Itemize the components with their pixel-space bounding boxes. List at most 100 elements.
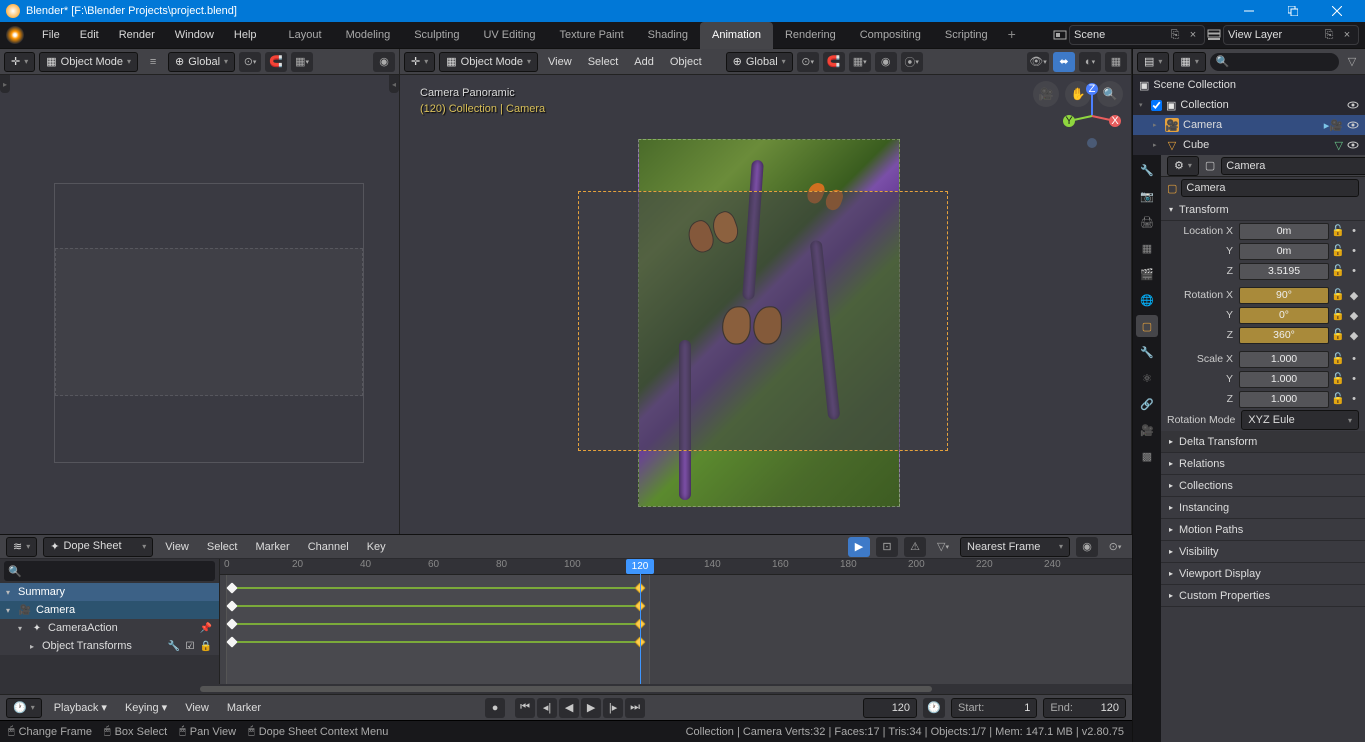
outliner-camera[interactable]: ▸🎥Camera▸🎥 <box>1133 115 1365 135</box>
lock-icon[interactable]: 🔓 <box>1331 328 1345 342</box>
proptab-constraint[interactable]: 🔗 <box>1136 393 1158 415</box>
menu-edit[interactable]: Edit <box>70 25 109 45</box>
eye-icon[interactable] <box>1347 119 1359 131</box>
keyframe-dot-active[interactable]: ◆ <box>1347 328 1361 342</box>
viewlayer-selector[interactable]: ⎘ × <box>1223 25 1359 45</box>
pivot-selector-left[interactable]: ⊙▾ <box>239 52 261 72</box>
viewlayer-delete-icon[interactable]: × <box>1340 28 1354 42</box>
lock-icon[interactable]: 🔓 <box>1331 224 1345 238</box>
dope-menu-select[interactable]: Select <box>201 539 244 555</box>
wrench-icon[interactable]: 🔧 <box>167 639 181 653</box>
properties-editor-type[interactable]: ⚙▾ <box>1167 156 1199 176</box>
snap-type-left[interactable]: ▦▾ <box>291 52 313 72</box>
location-y-field[interactable]: 0m <box>1239 243 1329 260</box>
menu-window[interactable]: Window <box>165 25 224 45</box>
proportional-edit-left[interactable]: ◉ <box>373 52 395 72</box>
dope-editor-type[interactable]: ≋▾ <box>6 537 37 557</box>
start-frame-field[interactable]: Start: <box>951 698 1037 718</box>
browse-scene-icon[interactable] <box>1051 26 1069 44</box>
rotation-mode-selector[interactable]: XYZ Eule▾ <box>1241 410 1359 430</box>
lock-icon[interactable]: 🔓 <box>1331 288 1345 302</box>
collapse-handle-icon[interactable]: ◂ <box>389 75 399 93</box>
lock-icon[interactable]: 🔓 <box>1331 372 1345 386</box>
tab-texture-paint[interactable]: Texture Paint <box>547 22 635 49</box>
viewport-left[interactable]: ▸ ◂ <box>0 75 400 534</box>
maximize-button[interactable] <box>1271 0 1315 22</box>
panel-viewport-display[interactable]: ▸Viewport Display <box>1161 563 1365 585</box>
keyframe-dot[interactable]: • <box>1347 264 1361 278</box>
filter-icon[interactable]: ▽▾ <box>932 537 954 557</box>
outliner-display-mode[interactable]: ▦▾ <box>1173 52 1205 72</box>
menu-marker-playback[interactable]: Marker <box>221 700 267 716</box>
dope-menu-marker[interactable]: Marker <box>249 539 295 555</box>
xray-toggle[interactable]: ▦ <box>1105 52 1127 72</box>
minimize-button[interactable] <box>1227 0 1271 22</box>
menu-file[interactable]: File <box>32 25 70 45</box>
location-x-field[interactable]: 0m <box>1239 223 1329 240</box>
pivot-selector-right[interactable]: ⊙▾ <box>797 52 819 72</box>
dope-menu-key[interactable]: Key <box>361 539 392 555</box>
object-visibility-icon[interactable]: 👁▾ <box>1027 52 1049 72</box>
camera-data-icon[interactable]: ▸🎥 <box>1324 119 1343 132</box>
editor-type-selector-left[interactable]: ✛▾ <box>4 52 35 72</box>
show-sliders-icon[interactable]: ⊡ <box>876 537 898 557</box>
snap-mode-selector[interactable]: Nearest Frame▾ <box>960 537 1070 557</box>
snap-toggle-left[interactable]: 🧲 <box>265 52 287 72</box>
timeline-scrollbar[interactable] <box>200 686 932 692</box>
keyframe-dot-active[interactable]: ◆ <box>1347 308 1361 322</box>
dope-camera-row[interactable]: ▾🎥Camera <box>0 601 219 619</box>
menu-expand-icon[interactable]: ≡ <box>142 52 164 72</box>
outliner-cube[interactable]: ▸▽Cube▽ <box>1133 135 1365 155</box>
menu-view-playback[interactable]: View <box>179 700 215 716</box>
lock-icon[interactable]: 🔓 <box>1331 352 1345 366</box>
prev-keyframe-button[interactable]: ◂| <box>537 698 557 718</box>
proptab-texture[interactable]: ▩ <box>1136 445 1158 467</box>
dope-menu-channel[interactable]: Channel <box>302 539 355 555</box>
keyframe-dot-active[interactable]: ◆ <box>1347 288 1361 302</box>
orientation-selector-right[interactable]: ⊕Global▾ <box>726 52 793 72</box>
proportional-dope-icon[interactable]: ◉ <box>1076 537 1098 557</box>
tab-scripting[interactable]: Scripting <box>933 22 1000 49</box>
keyframe-dot[interactable]: • <box>1347 244 1361 258</box>
tab-uv-editing[interactable]: UV Editing <box>471 22 547 49</box>
panel-transform-header[interactable]: ▾Transform <box>1161 199 1365 221</box>
panel-relations[interactable]: ▸Relations <box>1161 453 1365 475</box>
timeline-ruler[interactable]: 0 20 40 60 80 100 120 140 160 180 200 22… <box>220 559 1132 575</box>
keyframe-dot[interactable]: • <box>1347 372 1361 386</box>
tab-rendering[interactable]: Rendering <box>773 22 848 49</box>
axis-gizmo[interactable]: Z Y X <box>1057 81 1127 151</box>
menu-keying[interactable]: Keying ▾ <box>119 699 173 716</box>
play-reverse-button[interactable]: ◀ <box>559 698 579 718</box>
scale-z-field[interactable]: 1.000 <box>1239 391 1329 408</box>
keyframe-dot[interactable]: • <box>1347 352 1361 366</box>
orientation-selector-left[interactable]: ⊕Global▾ <box>168 52 235 72</box>
menu-help[interactable]: Help <box>224 25 267 45</box>
collection-enable-checkbox[interactable] <box>1151 100 1162 111</box>
proptab-object[interactable]: ▢ <box>1136 315 1158 337</box>
collapse-handle-icon[interactable]: ▸ <box>0 75 10 93</box>
menu-add[interactable]: Add <box>628 54 660 70</box>
snap-type-right[interactable]: ▦▾ <box>849 52 871 72</box>
menu-view[interactable]: View <box>542 54 578 70</box>
outliner-search[interactable]: 🔍 <box>1210 53 1339 71</box>
play-button[interactable]: ▶ <box>581 698 601 718</box>
rotation-y-field[interactable]: 0° <box>1239 307 1329 324</box>
camera-view-button[interactable]: 🎥 <box>1033 81 1059 107</box>
proptab-world[interactable]: 🌐 <box>1136 289 1158 311</box>
menu-playback[interactable]: Playback ▾ <box>48 699 113 716</box>
overlays-toggle[interactable]: ◐▾ <box>1079 52 1101 72</box>
keyframe-dot[interactable]: • <box>1347 392 1361 406</box>
proportional-edit-right[interactable]: ◉ <box>875 52 897 72</box>
dope-more-icon[interactable]: ⊙▾ <box>1104 537 1126 557</box>
proptab-tool[interactable]: 🔧 <box>1136 159 1158 181</box>
browse-viewlayer-icon[interactable] <box>1205 26 1223 44</box>
dope-timeline[interactable]: 0 20 40 60 80 100 120 140 160 180 200 22… <box>220 559 1132 684</box>
menu-object[interactable]: Object <box>664 54 708 70</box>
tab-animation[interactable]: Animation <box>700 22 773 49</box>
mesh-data-icon[interactable]: ▽ <box>1335 139 1343 152</box>
eye-icon[interactable] <box>1347 139 1359 151</box>
dope-mode-selector[interactable]: ✦Dope Sheet▾ <box>43 537 153 557</box>
use-preview-range[interactable]: 🕐 <box>923 698 945 718</box>
dope-search[interactable]: 🔍 <box>4 561 215 581</box>
scene-delete-icon[interactable]: × <box>1186 28 1200 42</box>
